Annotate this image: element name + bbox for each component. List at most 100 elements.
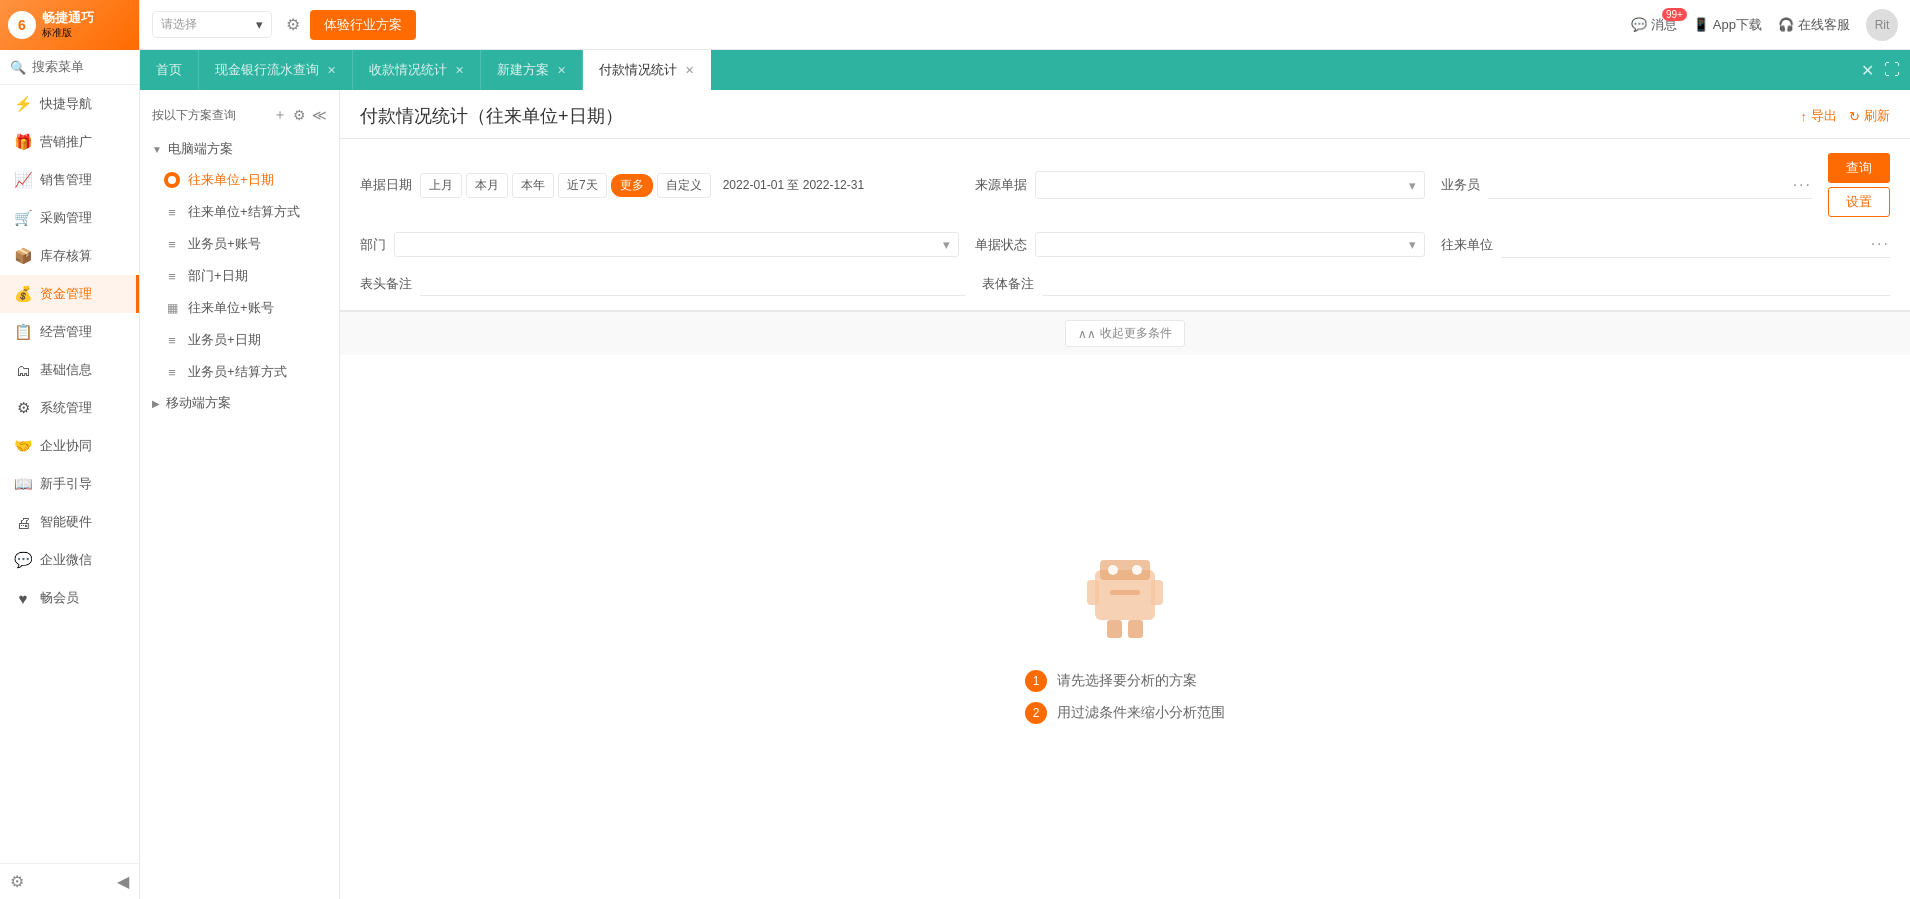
system-icon: ⚙: [14, 399, 32, 417]
svg-rect-1: [1100, 560, 1150, 580]
hardware-icon: 🖨: [14, 513, 32, 531]
search-menu[interactable]: 🔍 搜索菜单: [0, 50, 139, 85]
trial-btn[interactable]: 体验行业方案: [310, 10, 416, 40]
scheme-unit-account[interactable]: ▦ 往来单位+账号: [140, 292, 339, 324]
voucher-status-select[interactable]: ▾: [1035, 232, 1424, 257]
online-service-btn[interactable]: 🎧 在线客服: [1778, 16, 1850, 34]
scheme-unit-date-label: 往来单位+日期: [188, 171, 274, 189]
sidebar-nav: ⚡ 快捷导航 🎁 营销推广 📈 销售管理 🛒 采购管理 📦 库存核算 💰 资金管…: [0, 85, 139, 863]
filter-col-dept: 部门 ▾: [360, 232, 959, 257]
company-selector[interactable]: 请选择 ▾: [152, 11, 272, 38]
marketing-icon: 🎁: [14, 133, 32, 151]
online-service-label: 在线客服: [1798, 16, 1850, 34]
scheme-table-icon-5: ≡: [164, 364, 180, 380]
scheme-dept-date[interactable]: ≡ 部门+日期: [140, 260, 339, 292]
refresh-btn[interactable]: ↻ 刷新: [1849, 107, 1890, 125]
dept-select[interactable]: ▾: [394, 232, 959, 257]
sidebar-item-inventory[interactable]: 📦 库存核算: [0, 237, 139, 275]
refresh-icon: ↻: [1849, 109, 1860, 124]
sidebar-item-purchase[interactable]: 🛒 采购管理: [0, 199, 139, 237]
filter-col-voucher-status: 单据状态 ▾: [975, 232, 1424, 257]
user-avatar[interactable]: Rit: [1866, 9, 1898, 41]
messages-badge: 99+: [1662, 8, 1687, 21]
sidebar-item-marketing[interactable]: 🎁 营销推广: [0, 123, 139, 161]
svg-rect-6: [1151, 580, 1163, 605]
source-select[interactable]: ▾: [1035, 171, 1424, 199]
date-btn-more[interactable]: 更多: [611, 174, 653, 197]
inventory-icon: 📦: [14, 247, 32, 265]
sidebar-item-finance[interactable]: 💰 资金管理: [0, 275, 139, 313]
tab-payment-close[interactable]: ✕: [685, 64, 694, 77]
table-body-note-input[interactable]: [1042, 272, 1890, 296]
service-icon: 🎧: [1778, 17, 1794, 32]
tab-home-label: 首页: [156, 61, 182, 79]
tab-new-scheme[interactable]: 新建方案 ✕: [481, 50, 583, 90]
scheme-unit-date[interactable]: 往来单位+日期: [140, 164, 339, 196]
salesman-dots[interactable]: ···: [1793, 176, 1812, 194]
date-btn-custom[interactable]: 自定义: [657, 173, 711, 198]
tab-bank-flow-label: 现金银行流水查询: [215, 61, 319, 79]
tab-bank-flow-close[interactable]: ✕: [327, 64, 336, 77]
tab-bank-flow[interactable]: 现金银行流水查询 ✕: [199, 50, 353, 90]
tab-home[interactable]: 首页: [140, 50, 199, 90]
step-1-num: 1: [1025, 670, 1047, 692]
page-header-actions: ↑ 导出 ↻ 刷新: [1801, 107, 1891, 125]
tab-collection-stats[interactable]: 收款情况统计 ✕: [353, 50, 481, 90]
filter-col-salesman: 业务员 ··· 查询 设置: [1441, 153, 1890, 217]
wechat-icon: 💬: [14, 551, 32, 569]
sidebar-item-operation[interactable]: 📋 经营管理: [0, 313, 139, 351]
date-btn-this-month[interactable]: 本月: [466, 173, 508, 198]
app-download-btn[interactable]: 📱 App下载: [1693, 16, 1762, 34]
tab-collection-close[interactable]: ✕: [455, 64, 464, 77]
sidebar-header: 6 畅捷通巧 标准版: [0, 0, 139, 50]
sidebar-item-hardware[interactable]: 🖨 智能硬件: [0, 503, 139, 541]
sidebar-item-basic[interactable]: 🗂 基础信息: [0, 351, 139, 389]
topbar-gear-icon[interactable]: ⚙: [286, 15, 300, 34]
sidebar-item-wechat[interactable]: 💬 企业微信: [0, 541, 139, 579]
voucher-date-label: 单据日期: [360, 176, 412, 194]
messages-btn[interactable]: 💬 消息 99+: [1631, 16, 1677, 34]
date-btn-last-month[interactable]: 上月: [420, 173, 462, 198]
table-header-note-input[interactable]: [420, 272, 966, 296]
tab-new-scheme-close[interactable]: ✕: [557, 64, 566, 77]
sidebar-item-guide[interactable]: 📖 新手引导: [0, 465, 139, 503]
scheme-bar-icon: ▦: [164, 300, 180, 316]
scheme-salesman-date[interactable]: ≡ 业务员+日期: [140, 324, 339, 356]
mobile-group-label: 移动端方案: [166, 394, 231, 412]
filter-row-3: 表头备注 表体备注: [360, 272, 1890, 296]
collapse-filters-btn[interactable]: ∧∧ 收起更多条件: [1065, 320, 1185, 347]
scheme-table-icon-4: ≡: [164, 332, 180, 348]
right-panel: 付款情况统计（往来单位+日期） ↑ 导出 ↻ 刷新 单: [340, 90, 1910, 899]
settings-bottom-icon[interactable]: ⚙: [10, 872, 24, 891]
settings-button[interactable]: 设置: [1828, 187, 1890, 217]
add-scheme-icon[interactable]: ＋: [273, 106, 287, 124]
scheme-salesman-settle[interactable]: ≡ 业务员+结算方式: [140, 356, 339, 388]
counterparty-dots[interactable]: ···: [1871, 235, 1890, 253]
messages-icon: 💬: [1631, 17, 1647, 32]
date-btn-7days[interactable]: 近7天: [558, 173, 607, 198]
scheme-salesman-account[interactable]: ≡ 业务员+账号: [140, 228, 339, 260]
date-btn-this-year[interactable]: 本年: [512, 173, 554, 198]
sidebar-item-label: 库存核算: [40, 247, 92, 265]
query-button[interactable]: 查询: [1828, 153, 1890, 183]
sidebar-item-enterprise[interactable]: 🤝 企业协同: [0, 427, 139, 465]
scheme-unit-settle-label: 往来单位+结算方式: [188, 203, 300, 221]
sidebar-item-label: 畅会员: [40, 589, 79, 607]
sidebar-item-label: 销售管理: [40, 171, 92, 189]
sidebar-item-sales[interactable]: 📈 销售管理: [0, 161, 139, 199]
collapse-sidebar-icon[interactable]: ◀: [117, 872, 129, 891]
sidebar-item-label: 资金管理: [40, 285, 92, 303]
scheme-unit-settle[interactable]: ≡ 往来单位+结算方式: [140, 196, 339, 228]
close-all-tabs-icon[interactable]: ✕: [1861, 61, 1874, 80]
export-btn[interactable]: ↑ 导出: [1801, 107, 1838, 125]
tab-payment-stats[interactable]: 付款情况统计 ✕: [583, 50, 711, 90]
basic-icon: 🗂: [14, 361, 32, 379]
gear-scheme-icon[interactable]: ⚙: [293, 107, 306, 123]
desktop-group-title[interactable]: ▼ 电脑端方案: [140, 134, 339, 164]
maximize-icon[interactable]: ⛶: [1884, 61, 1900, 79]
sidebar-item-system[interactable]: ⚙ 系统管理: [0, 389, 139, 427]
mobile-group-title[interactable]: ▶ 移动端方案: [140, 388, 339, 418]
sidebar-item-quick-nav[interactable]: ⚡ 快捷导航: [0, 85, 139, 123]
sidebar-item-vip[interactable]: ♥ 畅会员: [0, 579, 139, 617]
collapse-panel-icon[interactable]: ≪: [312, 107, 327, 123]
